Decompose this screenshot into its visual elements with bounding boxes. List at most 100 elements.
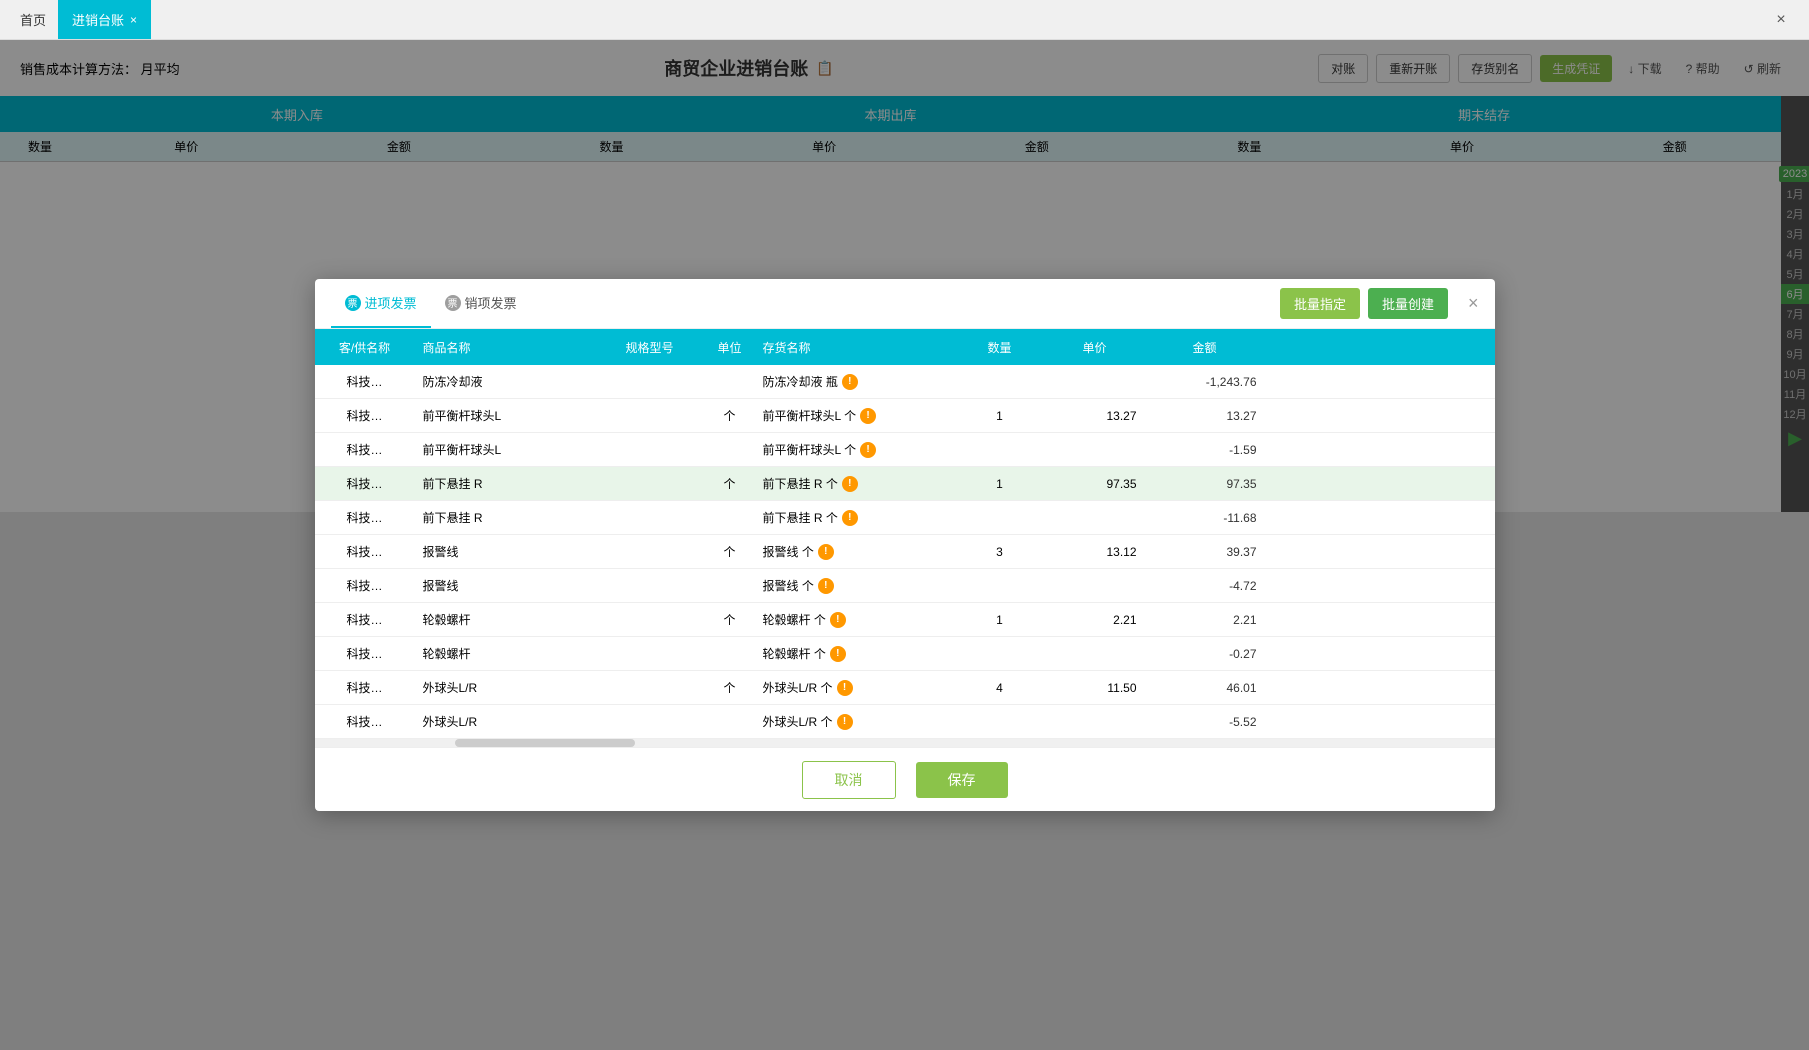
row-unit: 个 — [705, 407, 755, 424]
row-product: 前平衡杆球头L — [415, 441, 595, 458]
row-product: 外球头L/R — [415, 679, 595, 696]
table-row[interactable]: 科技… 报警线 个 报警线 个 ! 3 13.12 39.37 — [315, 535, 1495, 569]
tab-incoming-label: 进项发票 — [365, 293, 417, 312]
table-row[interactable]: 科技… 防冻冷却液 防冻冷却液 瓶 ! -1,243.76 — [315, 365, 1495, 399]
row-price: 13.12 — [1045, 545, 1145, 559]
row-product: 前下悬挂 R — [415, 509, 595, 526]
warning-icon: ! — [860, 442, 876, 458]
table-row[interactable]: 科技… 外球头L/R 外球头L/R 个 ! -5.52 — [315, 705, 1495, 739]
cancel-button[interactable]: 取消 — [802, 761, 896, 799]
warning-icon: ! — [837, 680, 853, 696]
table-row[interactable]: 科技… 轮毂螺杆 轮毂螺杆 个 ! -0.27 — [315, 637, 1495, 671]
row-name: 科技… — [315, 509, 415, 526]
modal-header-actions: 批量指定 批量创建 × — [1280, 288, 1479, 319]
row-unit: 个 — [705, 475, 755, 492]
row-amount: 46.01 — [1145, 681, 1265, 695]
modal-scrollbar[interactable] — [315, 739, 1495, 747]
warning-icon: ! — [837, 714, 853, 730]
warning-icon: ! — [860, 408, 876, 424]
row-qty: 1 — [955, 409, 1045, 423]
modal-footer: 取消 保存 — [315, 747, 1495, 811]
home-tab[interactable]: 首页 — [8, 0, 58, 39]
row-name: 科技… — [315, 441, 415, 458]
warning-icon: ! — [842, 374, 858, 390]
tab-sales-label: 销项发票 — [465, 293, 517, 312]
row-qty: 1 — [955, 477, 1045, 491]
row-stock: 防冻冷却液 瓶 ! — [755, 373, 955, 390]
row-qty: 4 — [955, 681, 1045, 695]
home-label: 首页 — [20, 10, 46, 29]
save-button[interactable]: 保存 — [916, 762, 1008, 798]
warning-icon: ! — [830, 612, 846, 628]
modal-header: 票 进项发票 票 销项发票 批量指定 批量创建 × — [315, 279, 1495, 329]
sales-invoice-icon: 票 — [445, 295, 461, 311]
modal-overlay: 票 进项发票 票 销项发票 批量指定 批量创建 × 客/供名称 商品名 — [0, 40, 1809, 1050]
row-stock: 报警线 个 ! — [755, 543, 955, 560]
row-amount: -5.52 — [1145, 715, 1265, 729]
row-amount: 39.37 — [1145, 545, 1265, 559]
row-name: 科技… — [315, 611, 415, 628]
row-qty: 1 — [955, 613, 1045, 627]
row-product: 轮毂螺杆 — [415, 611, 595, 628]
row-unit: 个 — [705, 611, 755, 628]
tab-sales-invoice[interactable]: 票 销项发票 — [431, 279, 531, 328]
row-product: 报警线 — [415, 577, 595, 594]
row-amount: -1,243.76 — [1145, 375, 1265, 389]
row-stock: 报警线 个 ! — [755, 577, 955, 594]
ledger-tab-label: 进销台账 — [72, 10, 124, 29]
row-price: 2.21 — [1045, 613, 1145, 627]
warning-icon: ! — [842, 476, 858, 492]
table-row[interactable]: 科技… 前平衡杆球头L 个 前平衡杆球头L 个 ! 1 13.27 13.27 — [315, 399, 1495, 433]
row-product: 前平衡杆球头L — [415, 407, 595, 424]
row-stock: 外球头L/R 个 ! — [755, 679, 955, 696]
batch-create-button[interactable]: 批量创建 — [1368, 288, 1448, 319]
table-row[interactable]: 科技… 前平衡杆球头L 前平衡杆球头L 个 ! -1.59 — [315, 433, 1495, 467]
row-stock: 前平衡杆球头L 个 ! — [755, 407, 955, 424]
row-unit: 个 — [705, 679, 755, 696]
window-close-button[interactable]: × — [1761, 0, 1801, 40]
row-amount: -0.27 — [1145, 647, 1265, 661]
row-stock: 轮毂螺杆 个 ! — [755, 611, 955, 628]
table-row[interactable]: 科技… 前下悬挂 R 个 前下悬挂 R 个 ! 1 97.35 97.35 — [315, 467, 1495, 501]
row-name: 科技… — [315, 577, 415, 594]
row-qty: 3 — [955, 545, 1045, 559]
row-stock: 前下悬挂 R 个 ! — [755, 509, 955, 526]
row-stock: 轮毂螺杆 个 ! — [755, 645, 955, 662]
row-product: 防冻冷却液 — [415, 373, 595, 390]
tab-incoming-invoice[interactable]: 票 进项发票 — [331, 279, 431, 328]
row-stock: 前平衡杆球头L 个 ! — [755, 441, 955, 458]
modal-dialog: 票 进项发票 票 销项发票 批量指定 批量创建 × 客/供名称 商品名 — [315, 279, 1495, 811]
row-amount: 97.35 — [1145, 477, 1265, 491]
ledger-tab-close[interactable]: × — [130, 13, 137, 27]
row-name: 科技… — [315, 407, 415, 424]
warning-icon: ! — [842, 510, 858, 526]
row-amount: -4.72 — [1145, 579, 1265, 593]
warning-icon: ! — [830, 646, 846, 662]
table-row[interactable]: 科技… 轮毂螺杆 个 轮毂螺杆 个 ! 1 2.21 2.21 — [315, 603, 1495, 637]
table-row[interactable]: 科技… 外球头L/R 个 外球头L/R 个 ! 4 11.50 46.01 — [315, 671, 1495, 705]
row-price: 13.27 — [1045, 409, 1145, 423]
row-price: 11.50 — [1045, 681, 1145, 695]
row-name: 科技… — [315, 645, 415, 662]
row-unit: 个 — [705, 543, 755, 560]
row-stock: 前下悬挂 R 个 ! — [755, 475, 955, 492]
table-row[interactable]: 科技… 报警线 报警线 个 ! -4.72 — [315, 569, 1495, 603]
incoming-invoice-icon: 票 — [345, 295, 361, 311]
row-product: 外球头L/R — [415, 713, 595, 730]
row-amount: 2.21 — [1145, 613, 1265, 627]
row-stock: 外球头L/R 个 ! — [755, 713, 955, 730]
modal-table-header: 客/供名称 商品名称 规格型号 单位 存货名称 数量 单价 金额 — [315, 329, 1495, 365]
row-name: 科技… — [315, 543, 415, 560]
warning-icon: ! — [818, 544, 834, 560]
row-amount: -11.68 — [1145, 511, 1265, 525]
ledger-tab[interactable]: 进销台账 × — [58, 0, 151, 39]
main-area: 销售成本计算方法： 月平均 商贸企业进销台账 📋 对账 重新开账 存货别名 生成… — [0, 40, 1809, 1050]
modal-close-button[interactable]: × — [1468, 288, 1479, 319]
modal-scrollbar-thumb[interactable] — [455, 739, 635, 747]
row-name: 科技… — [315, 713, 415, 730]
row-product: 报警线 — [415, 543, 595, 560]
batch-assign-button[interactable]: 批量指定 — [1280, 288, 1360, 319]
row-price: 97.35 — [1045, 477, 1145, 491]
table-row[interactable]: 科技… 前下悬挂 R 前下悬挂 R 个 ! -11.68 — [315, 501, 1495, 535]
row-name: 科技… — [315, 373, 415, 390]
